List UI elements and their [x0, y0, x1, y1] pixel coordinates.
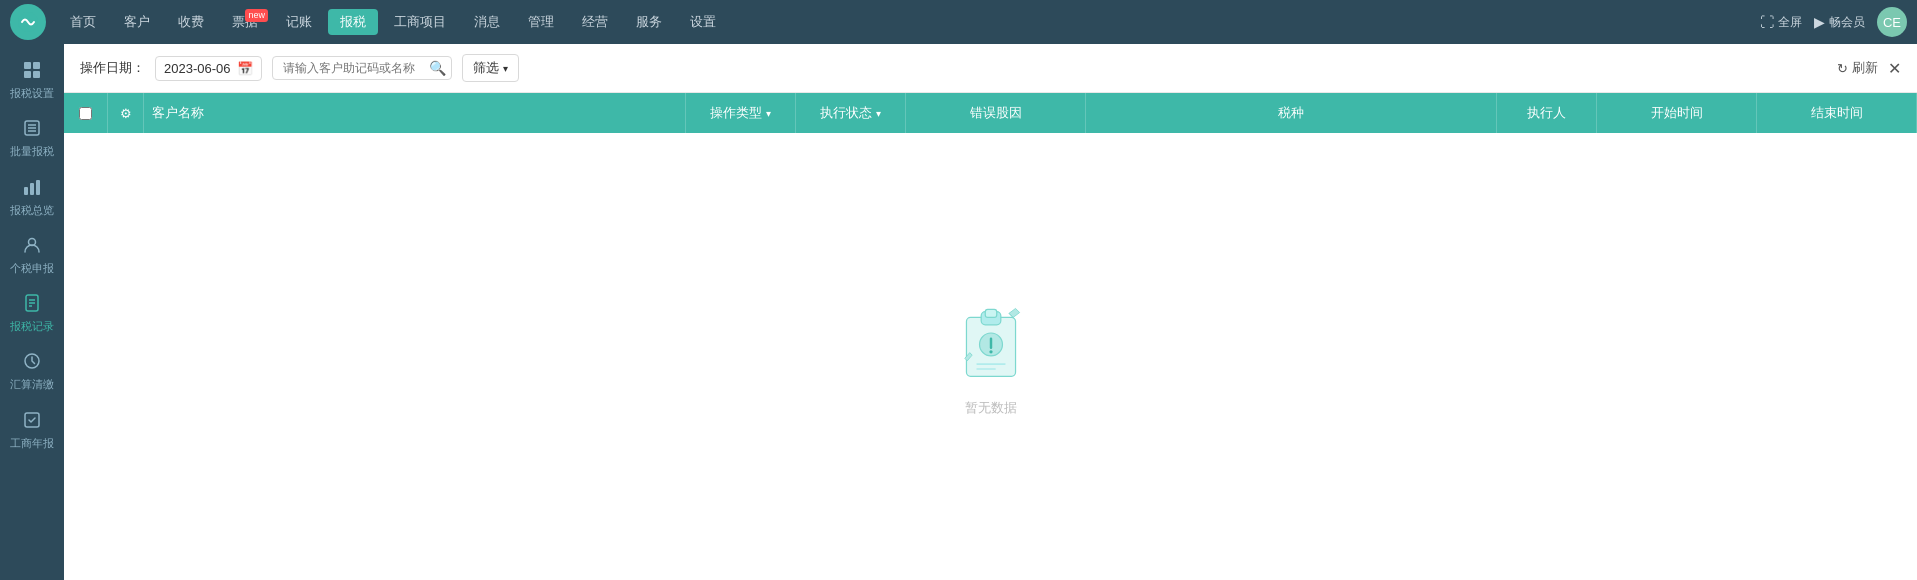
main-layout: 报税设置 批量报税 报税总览 — [0, 44, 1917, 580]
tax-settings-icon — [22, 60, 42, 83]
data-table: ⚙ 客户名称 操作类型 ▾ 执行状态 ▾ 错误股因 税种 — [64, 93, 1917, 580]
member-button[interactable]: ▶ 畅会员 — [1814, 14, 1865, 31]
tax-overview-icon — [22, 177, 42, 200]
fullscreen-icon: ⛶ — [1760, 14, 1774, 30]
nav-home[interactable]: 首页 — [58, 9, 108, 35]
sidebar-label-tax-records: 报税记录 — [10, 319, 54, 333]
new-badge: new — [245, 9, 268, 22]
search-icon[interactable]: 🔍 — [429, 60, 446, 76]
sidebar-label-tax-overview: 报税总览 — [10, 203, 54, 217]
sidebar-item-tax-records[interactable]: 报税记录 — [0, 285, 64, 341]
sidebar-label-batch-tax: 批量报税 — [10, 144, 54, 158]
svg-rect-3 — [24, 71, 31, 78]
th-executor: 执行人 — [1497, 93, 1597, 133]
app-logo[interactable] — [10, 4, 46, 40]
search-wrap: 🔍 — [272, 56, 452, 80]
sidebar-label-personal-tax: 个税申报 — [10, 261, 54, 275]
sidebar-item-tax-overview[interactable]: 报税总览 — [0, 169, 64, 225]
nav-items: 首页 客户 收费 票据 new 记账 报税 工商项目 消息 管理 经营 服务 设… — [58, 9, 1760, 35]
table-body: 暂无数据 — [64, 133, 1917, 580]
tax-records-icon — [22, 293, 42, 316]
svg-rect-9 — [24, 187, 28, 195]
sidebar-label-tax-settings: 报税设置 — [10, 86, 54, 100]
nav-message[interactable]: 消息 — [462, 9, 512, 35]
date-value: 2023-06-06 — [164, 61, 231, 76]
personal-tax-icon — [22, 235, 42, 258]
sidebar-item-personal-tax[interactable]: 个税申报 — [0, 227, 64, 283]
svg-rect-2 — [33, 62, 40, 69]
table-header: ⚙ 客户名称 操作类型 ▾ 执行状态 ▾ 错误股因 税种 — [64, 93, 1917, 133]
th-tax-type: 税种 — [1086, 93, 1497, 133]
video-icon: ▶ — [1814, 14, 1825, 30]
refresh-button[interactable]: ↻ 刷新 — [1837, 59, 1878, 77]
sidebar-item-annual-report[interactable]: 工商年报 — [0, 402, 64, 458]
refresh-icon: ↻ — [1837, 61, 1848, 76]
nav-invoice[interactable]: 票据 new — [220, 9, 270, 35]
sidebar-label-annual-settlement: 汇算清缴 — [10, 377, 54, 391]
nav-service[interactable]: 服务 — [624, 9, 674, 35]
batch-tax-icon — [22, 118, 42, 141]
top-navigation: 首页 客户 收费 票据 new 记账 报税 工商项目 消息 管理 经营 服务 设… — [0, 0, 1917, 44]
sidebar: 报税设置 批量报税 报税总览 — [0, 44, 64, 580]
fullscreen-button[interactable]: ⛶ 全屏 — [1760, 14, 1802, 31]
nav-right: ⛶ 全屏 ▶ 畅会员 CE — [1760, 7, 1907, 37]
sidebar-item-annual-settlement[interactable]: 汇算清缴 — [0, 343, 64, 399]
nav-tax[interactable]: 报税 — [328, 9, 378, 35]
svg-rect-10 — [30, 183, 34, 195]
close-button[interactable]: ✕ — [1888, 59, 1901, 78]
settings-icon: ⚙ — [120, 106, 132, 121]
th-customer-name: 客户名称 — [144, 93, 686, 133]
sidebar-label-annual-report: 工商年报 — [10, 436, 54, 450]
sidebar-item-tax-settings[interactable]: 报税设置 — [0, 52, 64, 108]
nav-client[interactable]: 客户 — [112, 9, 162, 35]
date-label: 操作日期： — [80, 59, 145, 77]
svg-rect-21 — [985, 309, 996, 317]
sort-icon-op-type: ▾ — [766, 108, 771, 119]
svg-rect-11 — [36, 180, 40, 195]
th-exec-status[interactable]: 执行状态 ▾ — [796, 93, 906, 133]
nav-bookkeeping[interactable]: 记账 — [274, 9, 324, 35]
annual-settlement-icon — [22, 351, 42, 374]
svg-point-24 — [989, 350, 992, 353]
avatar[interactable]: CE — [1877, 7, 1907, 37]
th-op-type[interactable]: 操作类型 ▾ — [686, 93, 796, 133]
svg-rect-4 — [33, 71, 40, 78]
annual-report-icon — [22, 410, 42, 433]
th-end-time: 结束时间 — [1757, 93, 1917, 133]
nav-operation[interactable]: 经营 — [570, 9, 620, 35]
empty-state: 暂无数据 — [946, 297, 1036, 417]
svg-rect-1 — [24, 62, 31, 69]
search-input[interactable] — [272, 56, 452, 80]
th-checkbox[interactable] — [64, 93, 108, 133]
nav-business[interactable]: 工商项目 — [382, 9, 458, 35]
th-error-reason: 错误股因 — [906, 93, 1086, 133]
calendar-icon: 📅 — [237, 61, 253, 76]
toolbar: 操作日期： 2023-06-06 📅 🔍 筛选 ▾ ↻ 刷新 ✕ — [64, 44, 1917, 93]
th-settings[interactable]: ⚙ — [108, 93, 144, 133]
content-area: 操作日期： 2023-06-06 📅 🔍 筛选 ▾ ↻ 刷新 ✕ — [64, 44, 1917, 580]
filter-label: 筛选 — [473, 59, 499, 77]
sort-icon-exec-status: ▾ — [876, 108, 881, 119]
empty-text: 暂无数据 — [965, 399, 1017, 417]
nav-manage[interactable]: 管理 — [516, 9, 566, 35]
filter-button[interactable]: 筛选 ▾ — [462, 54, 519, 82]
date-picker[interactable]: 2023-06-06 📅 — [155, 56, 262, 81]
empty-illustration — [946, 297, 1036, 387]
nav-fee[interactable]: 收费 — [166, 9, 216, 35]
select-all-checkbox[interactable] — [79, 107, 92, 120]
nav-settings[interactable]: 设置 — [678, 9, 728, 35]
sidebar-item-batch-tax[interactable]: 批量报税 — [0, 110, 64, 166]
chevron-down-icon: ▾ — [503, 63, 508, 74]
th-start-time: 开始时间 — [1597, 93, 1757, 133]
